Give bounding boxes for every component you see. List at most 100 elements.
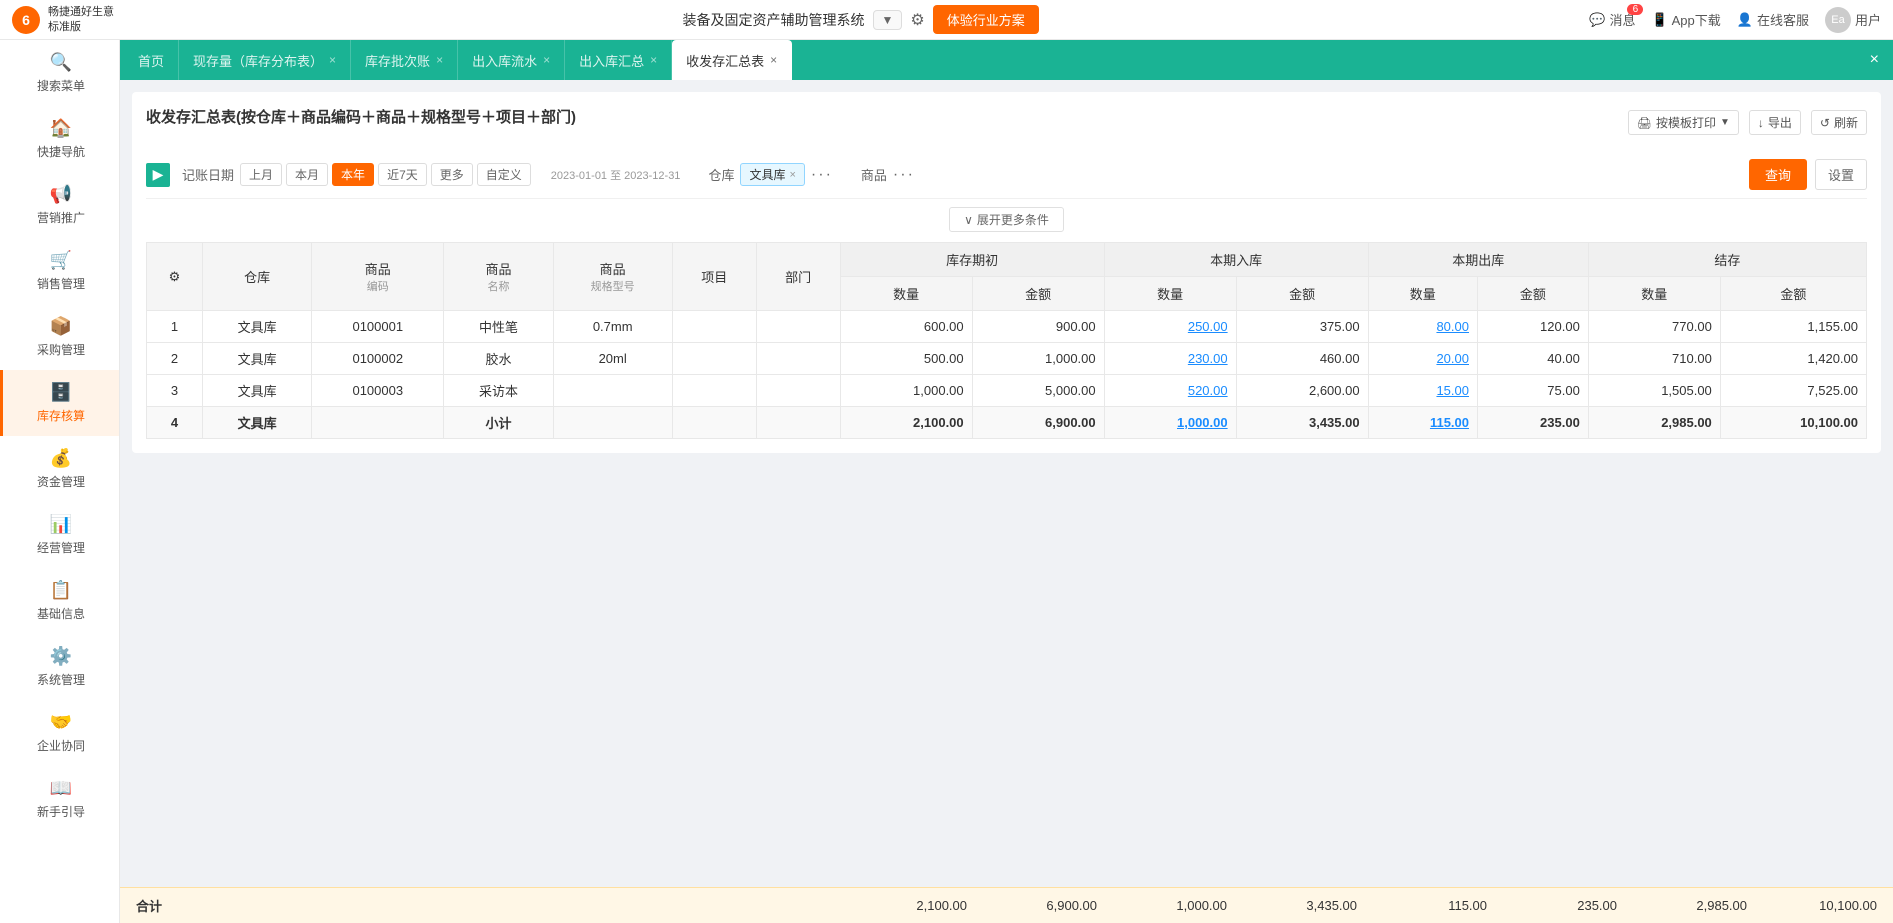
app-download-item[interactable]: 📱 App下载: [1651, 10, 1720, 29]
settings-icon[interactable]: ⚙: [910, 10, 924, 30]
header-center: 装备及固定资产辅助管理系统 ▼ ⚙ 体验行业方案: [683, 5, 1039, 34]
sidebar-item-search[interactable]: 🔍 搜索菜单: [0, 40, 119, 106]
tab-home[interactable]: 首页: [124, 40, 179, 80]
message-item[interactable]: 💬 消息 6: [1589, 10, 1635, 29]
sidebar-label-finance: 资金管理: [37, 473, 85, 490]
row-no: 4: [147, 407, 203, 439]
sidebar-item-marketing[interactable]: 📢 营销推广: [0, 172, 119, 238]
th-settings[interactable]: ⚙: [147, 243, 203, 311]
goods-more-dots[interactable]: ···: [893, 166, 915, 184]
out-qty-cell[interactable]: 20.00: [1368, 343, 1477, 375]
service-icon: 👤: [1737, 12, 1753, 28]
row-department: [756, 375, 840, 407]
table-row: 3 文具库 0100003 采访本 1,000.00 5,000.00 520.…: [147, 375, 1867, 407]
online-service-item[interactable]: 👤 在线客服: [1737, 10, 1809, 29]
user-item[interactable]: Ea 用户: [1825, 7, 1881, 33]
row-goods-spec: [553, 407, 672, 439]
query-btn[interactable]: 查询: [1749, 159, 1807, 190]
in-qty-cell[interactable]: 1,000.00: [1104, 407, 1236, 439]
row-out-amt: 40.00: [1478, 343, 1589, 375]
sidebar-item-new-guide[interactable]: 📖 新手引导: [0, 766, 119, 832]
user-initials: Ea: [1831, 14, 1844, 26]
phone-icon: 📱: [1651, 12, 1667, 28]
out-qty-cell[interactable]: 115.00: [1368, 407, 1477, 439]
settings-btn[interactable]: 设置: [1815, 159, 1867, 190]
expand-row: ∨ 展开更多条件: [146, 207, 1867, 232]
th-period-in-group: 本期入库: [1104, 243, 1368, 277]
logo-text: 畅捷通好生意 标准版: [48, 5, 114, 34]
th-period-out-group: 本期出库: [1368, 243, 1588, 277]
in-qty-cell[interactable]: 230.00: [1104, 343, 1236, 375]
export-btn[interactable]: ↓ 导出: [1749, 110, 1801, 135]
warehouse-filter-section: 仓库 文具库 × ···: [708, 163, 832, 186]
th-goods-spec-text: 商品: [600, 262, 626, 277]
out-qty-cell[interactable]: 15.00: [1368, 375, 1477, 407]
expand-more-btn[interactable]: ∨ 展开更多条件: [949, 207, 1064, 232]
table-row: 4 文具库 小计 2,100.00 6,900.00 1,000.00 3,43…: [147, 407, 1867, 439]
th-out-qty: 数量: [1368, 277, 1477, 311]
last-month-btn[interactable]: 上月: [240, 163, 282, 186]
sidebar-item-quick-nav[interactable]: 🏠 快捷导航: [0, 106, 119, 172]
tab-bar-close[interactable]: ×: [1860, 51, 1889, 69]
footer-in-qty: 1,000.00: [1137, 898, 1227, 913]
sidebar-label-new-guide: 新手引导: [37, 803, 85, 820]
last7-btn[interactable]: 近7天: [378, 163, 427, 186]
data-table: ⚙ 仓库 商品 编码 商品 名称: [146, 242, 1867, 439]
tab-in-out-flow-close[interactable]: ×: [543, 53, 550, 67]
sidebar-item-system[interactable]: ⚙️ 系统管理: [0, 634, 119, 700]
sidebar-item-purchase[interactable]: 📦 采购管理: [0, 304, 119, 370]
tab-batch-accounts-close[interactable]: ×: [436, 53, 443, 67]
tab-batch-accounts[interactable]: 库存批次账 ×: [351, 40, 458, 80]
logo-icon: 6: [12, 6, 40, 34]
footer-opening-amt: 6,900.00: [1007, 898, 1097, 913]
row-project: [672, 375, 756, 407]
print-btn[interactable]: 🖨 按模板打印 ▼: [1628, 110, 1739, 135]
row-out-amt: 120.00: [1478, 311, 1589, 343]
th-warehouse: 仓库: [202, 243, 311, 311]
sidebar-item-inventory[interactable]: 🗄️ 库存核算: [0, 370, 119, 436]
more-date-btn[interactable]: 更多: [431, 163, 473, 186]
tab-in-out-summary-close[interactable]: ×: [650, 53, 657, 67]
header-right: 💬 消息 6 📱 App下载 👤 在线客服 Ea 用户: [1589, 7, 1881, 33]
tab-inventory-dist-close[interactable]: ×: [329, 53, 336, 67]
tab-receive-send-summary[interactable]: 收发存汇总表 ×: [672, 40, 792, 80]
row-goods-spec: 0.7mm: [553, 311, 672, 343]
system-title: 装备及固定资产辅助管理系统: [683, 10, 865, 30]
row-department: [756, 311, 840, 343]
warehouse-more-dots[interactable]: ···: [811, 166, 833, 184]
th-goods-spec: 商品 规格型号: [553, 243, 672, 311]
filter-expand-arrow[interactable]: ▶: [146, 163, 170, 187]
in-qty-cell[interactable]: 520.00: [1104, 375, 1236, 407]
footer-label: 合计: [136, 896, 196, 915]
system-select-btn[interactable]: ▼: [873, 10, 903, 30]
sidebar-item-sales[interactable]: 🛒 销售管理: [0, 238, 119, 304]
date-quick-btns: 上月 本月 本年 近7天 更多 自定义: [240, 163, 531, 186]
sidebar-item-finance[interactable]: 💰 资金管理: [0, 436, 119, 502]
refresh-btn[interactable]: ↺ 刷新: [1811, 110, 1867, 135]
sidebar-label-operation: 经营管理: [37, 539, 85, 556]
export-icon: ↓: [1758, 116, 1764, 130]
settings-gear-icon: ⚙: [169, 269, 181, 284]
tab-in-out-summary[interactable]: 出入库汇总 ×: [565, 40, 672, 80]
warehouse-tag-close[interactable]: ×: [789, 169, 795, 181]
tab-home-label: 首页: [138, 51, 164, 70]
th-goods-code: 商品 编码: [312, 243, 444, 311]
sidebar: 🔍 搜索菜单 🏠 快捷导航 📢 营销推广 🛒 销售管理 📦 采购管理 🗄️ 库存…: [0, 40, 120, 923]
out-qty-cell[interactable]: 80.00: [1368, 311, 1477, 343]
in-qty-cell[interactable]: 250.00: [1104, 311, 1236, 343]
tab-receive-send-summary-close[interactable]: ×: [770, 53, 777, 67]
custom-date-btn[interactable]: 自定义: [477, 163, 531, 186]
tab-in-out-flow[interactable]: 出入库流水 ×: [458, 40, 565, 80]
chevron-down-icon: ▼: [1720, 117, 1730, 128]
basic-info-icon: 📋: [50, 580, 72, 601]
sidebar-item-basic-info[interactable]: 📋 基础信息: [0, 568, 119, 634]
tab-inventory-dist[interactable]: 现存量（库存分布表） ×: [179, 40, 351, 80]
sidebar-item-operation[interactable]: 📊 经营管理: [0, 502, 119, 568]
row-closing-amt: 7,525.00: [1720, 375, 1866, 407]
sidebar-item-cooperation[interactable]: 🤝 企业协同: [0, 700, 119, 766]
try-btn[interactable]: 体验行业方案: [933, 5, 1039, 34]
this-month-btn[interactable]: 本月: [286, 163, 328, 186]
print-icon: 🖨: [1637, 116, 1652, 130]
this-year-btn[interactable]: 本年: [332, 163, 374, 186]
th-department: 部门: [756, 243, 840, 311]
